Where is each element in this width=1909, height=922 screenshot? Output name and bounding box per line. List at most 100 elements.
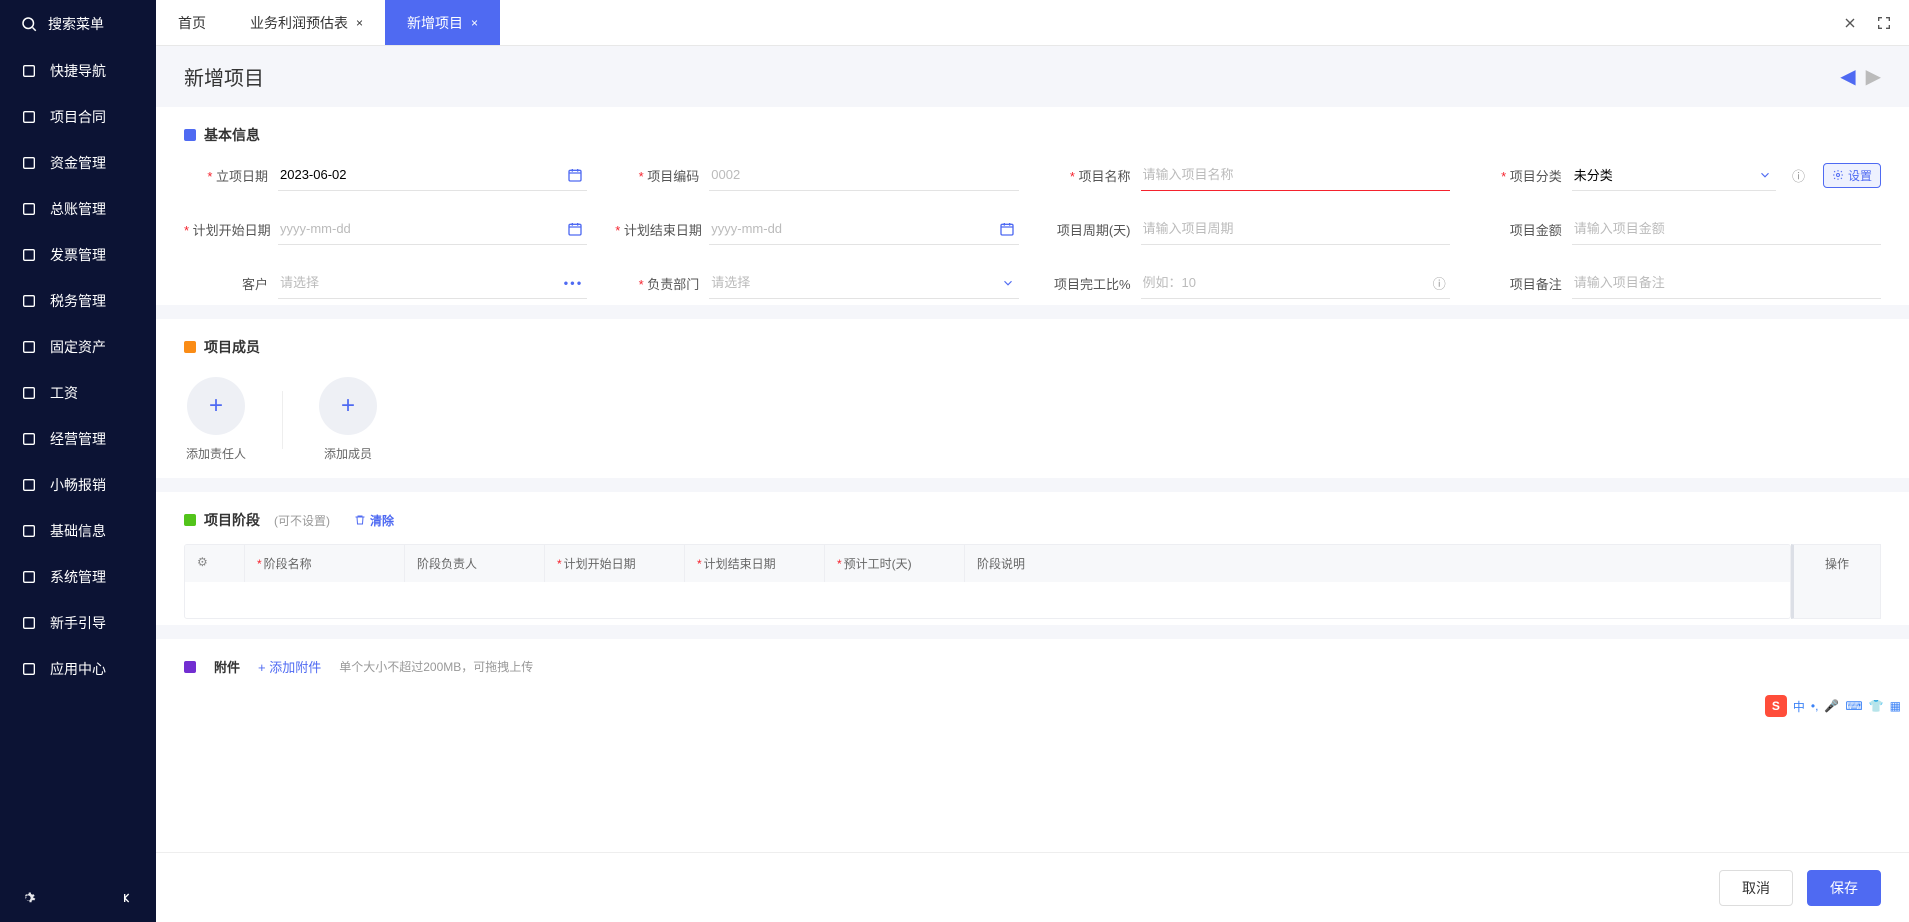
section-marker-icon [184, 129, 196, 141]
section-stages: 项目阶段 (可不设置) 清除 ⚙ 阶段名称 阶段负责人 计划开始日期 [156, 492, 1909, 625]
col-gear[interactable]: ⚙ [185, 545, 245, 582]
close-icon[interactable]: × [356, 16, 363, 30]
sidebar-footer [0, 878, 156, 922]
col-plan-start: 计划开始日期 [545, 545, 685, 582]
help-icon[interactable]: ⓘ [1792, 166, 1805, 185]
clear-stages-button[interactable]: 清除 [354, 512, 394, 529]
sidebar-item-nav-guide[interactable]: 新手引导 [0, 600, 156, 646]
cat-input[interactable] [1572, 159, 1776, 191]
field-label: 计划结束日期 [615, 220, 699, 239]
nav-ledger-icon [20, 200, 38, 218]
nav-base-icon [20, 522, 38, 540]
page-header: 新增项目 ◀ ▶ [156, 46, 1909, 107]
plan_start-input[interactable] [278, 213, 587, 245]
close-all-icon[interactable] [1839, 12, 1861, 34]
add-member-label: 添加成员 [324, 445, 372, 462]
col-stage-owner: 阶段负责人 [405, 545, 545, 582]
nav-guide-icon [20, 614, 38, 632]
done_pct-input[interactable] [1141, 267, 1450, 299]
nav-app-icon [20, 660, 38, 678]
amount-input[interactable] [1572, 213, 1881, 245]
section-members: 项目成员 + 添加责任人 + 添加成员 [156, 319, 1909, 478]
sidebar-item-nav-ledger[interactable]: 总账管理 [0, 186, 156, 232]
sidebar-item-nav-invoice[interactable]: 发票管理 [0, 232, 156, 278]
settings-icon[interactable] [20, 890, 36, 906]
add-attachment-button[interactable]: + 添加附件 [258, 657, 321, 676]
sidebar-item-nav-quick[interactable]: 快捷导航 [0, 48, 156, 94]
page-title: 新增项目 [184, 62, 264, 91]
section-attachment-title: 附件 [214, 657, 240, 676]
save-button[interactable]: 保存 [1807, 870, 1881, 906]
section-attachment: 附件 + 添加附件 单个大小不超过200MB，可拖拽上传 [156, 639, 1909, 700]
field-amount: 项目金额 [1478, 213, 1881, 245]
sidebar-item-nav-salary[interactable]: 工资 [0, 370, 156, 416]
calendar-icon[interactable] [999, 221, 1015, 237]
add-member-button[interactable]: + 添加成员 [319, 377, 377, 462]
sidebar-item-nav-fund[interactable]: 资金管理 [0, 140, 156, 186]
help-icon[interactable]: ⓘ [1433, 274, 1446, 293]
field-label: 项目分类 [1478, 166, 1562, 185]
sidebar-item-nav-biz[interactable]: 经营管理 [0, 416, 156, 462]
sidebar-item-label: 固定资产 [50, 337, 106, 357]
tab-label: 新增项目 [407, 13, 463, 33]
section-marker-icon [184, 341, 196, 353]
collapse-icon[interactable] [120, 890, 136, 906]
sidebar-item-nav-asset[interactable]: 固定资产 [0, 324, 156, 370]
nav-tax-icon [20, 292, 38, 310]
cancel-button[interactable]: 取消 [1719, 870, 1793, 906]
field-label: 项目金额 [1478, 220, 1562, 239]
field-plan_end: 计划结束日期 [615, 213, 1018, 245]
customer-input[interactable] [278, 267, 587, 299]
sidebar-search[interactable]: 搜索菜单 [0, 0, 156, 48]
stage-table-body[interactable] [185, 582, 1790, 618]
section-stages-title: 项目阶段 [204, 510, 260, 530]
sidebar-item-nav-app[interactable]: 应用中心 [0, 646, 156, 692]
nav-quick-icon [20, 62, 38, 80]
sidebar-item-nav-tax[interactable]: 税务管理 [0, 278, 156, 324]
nav-contract-icon [20, 108, 38, 126]
tab-新增项目[interactable]: 新增项目 × [385, 0, 500, 45]
field-done_pct: 项目完工比%ⓘ [1047, 267, 1450, 299]
calendar-icon[interactable] [567, 167, 583, 183]
section-stages-note: (可不设置) [274, 512, 330, 529]
col-est-hours: 预计工时(天) [825, 545, 965, 582]
more-icon[interactable]: ••• [564, 276, 584, 291]
sidebar-item-label: 新手引导 [50, 613, 106, 633]
plan_end-input[interactable] [709, 213, 1018, 245]
dept-input[interactable] [709, 267, 1018, 299]
remark-input[interactable] [1572, 267, 1881, 299]
sidebar-item-nav-reimb[interactable]: 小畅报销 [0, 462, 156, 508]
calendar-icon[interactable] [567, 221, 583, 237]
ime-mic-icon: 🎤 [1824, 699, 1839, 713]
sidebar-item-label: 经营管理 [50, 429, 106, 449]
tab-业务利润预估表[interactable]: 业务利润预估表× [228, 0, 385, 45]
period-input[interactable] [1141, 213, 1450, 245]
col-stage-desc: 阶段说明 [965, 545, 1790, 582]
stage-table: ⚙ 阶段名称 阶段负责人 计划开始日期 计划结束日期 预计工时(天) 阶段说明 [184, 544, 1791, 619]
sidebar-item-label: 系统管理 [50, 567, 106, 587]
nav-invoice-icon [20, 246, 38, 264]
ime-lang-label: 中 [1793, 698, 1805, 715]
tab-首页[interactable]: 首页 [156, 0, 228, 45]
sidebar-item-nav-sys[interactable]: 系统管理 [0, 554, 156, 600]
chevron-down-icon[interactable] [1758, 168, 1772, 182]
close-icon[interactable]: × [471, 16, 478, 30]
code-input[interactable] [709, 159, 1018, 191]
fullscreen-icon[interactable] [1873, 12, 1895, 34]
add-owner-button[interactable]: + 添加责任人 [186, 377, 246, 462]
config-button[interactable]: 设置 [1823, 163, 1881, 188]
ime-skin-icon: 👕 [1869, 699, 1884, 713]
date-input[interactable] [278, 159, 587, 191]
chevron-icon[interactable] [1001, 276, 1015, 290]
nav-fund-icon [20, 154, 38, 172]
search-icon [20, 15, 38, 33]
ime-punct-icon: •, [1811, 699, 1819, 713]
pager-prev-icon[interactable]: ◀ [1840, 64, 1855, 89]
clear-label: 清除 [370, 512, 394, 529]
section-members-title: 项目成员 [204, 337, 260, 357]
sidebar-item-nav-base[interactable]: 基础信息 [0, 508, 156, 554]
pager-next-icon[interactable]: ▶ [1866, 64, 1881, 89]
sidebar-item-nav-contract[interactable]: 项目合同 [0, 94, 156, 140]
name-input[interactable] [1141, 159, 1450, 191]
attachment-note: 单个大小不超过200MB，可拖拽上传 [339, 658, 533, 675]
